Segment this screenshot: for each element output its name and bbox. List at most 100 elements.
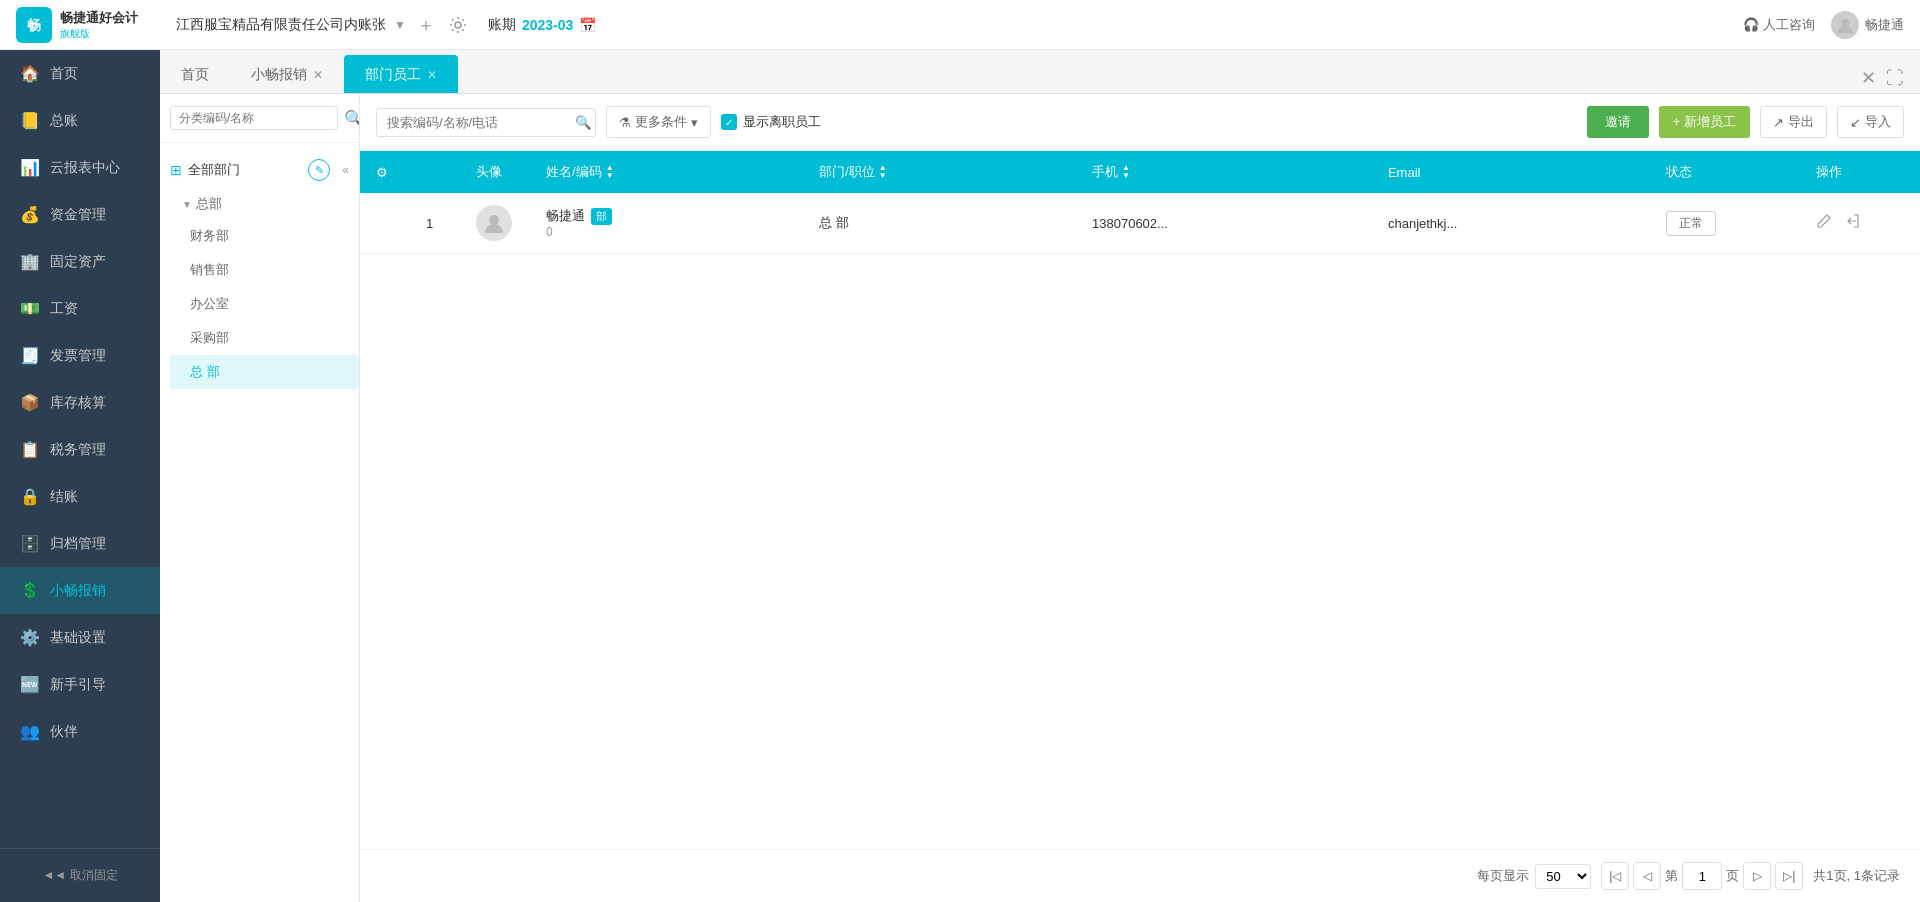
row-num-cell: 1 — [410, 193, 460, 254]
export-button[interactable]: ↗ 导出 — [1760, 106, 1827, 138]
tab-dept-emp[interactable]: 部门员工 ✕ — [344, 55, 458, 93]
page-suffix: 页 — [1726, 867, 1739, 885]
xiaochang-icon: 💲 — [20, 581, 40, 600]
logout-employee-button[interactable] — [1844, 213, 1860, 233]
th-status: 状态 — [1650, 151, 1800, 193]
top-right: 🎧 人工咨询 畅捷通 — [1743, 11, 1904, 39]
dept-collapse-button[interactable]: « — [342, 163, 349, 177]
dept-search-icon[interactable]: 🔍 — [344, 109, 360, 128]
tab-bar: 首页 小畅报销 ✕ 部门员工 ✕ ✕ ⛶ — [160, 50, 1920, 94]
sidebar-item-partner[interactable]: 👥 伙伴 — [0, 708, 160, 755]
dept-group: ▼ 总部 财务部 销售部 办公室 采购部 总 部 — [160, 189, 359, 389]
company-name: 江西服宝精品有限责任公司内账张 — [176, 16, 386, 34]
page-number-input[interactable] — [1682, 862, 1722, 890]
sidebar-item-inventory[interactable]: 📦 库存核算 — [0, 379, 160, 426]
sidebar-item-label: 库存核算 — [50, 394, 106, 412]
th-name[interactable]: 姓名/编码 ▲▼ — [530, 151, 803, 193]
page-label: 第 — [1665, 867, 1678, 885]
add-company-button[interactable]: ＋ — [414, 13, 438, 37]
tab-home-label: 首页 — [181, 66, 209, 84]
sidebar-item-home[interactable]: 🏠 首页 — [0, 50, 160, 97]
sidebar-item-reports[interactable]: 📊 云报表中心 — [0, 144, 160, 191]
row-email-cell: chanjethkj... — [1372, 193, 1650, 254]
logo-area: 畅 畅捷通好会计 旗舰版 — [16, 7, 176, 43]
page-content: 🔍 ⊞ 全部部门 ✎ « ▼ 总部 — [160, 94, 1920, 902]
tax-icon: 📋 — [20, 440, 40, 459]
show-resigned-toggle[interactable]: ✓ 显示离职员工 — [721, 113, 821, 131]
sidebar-item-assets[interactable]: 🏢 固定资产 — [0, 238, 160, 285]
sidebar-item-invoice[interactable]: 🧾 发票管理 — [0, 332, 160, 379]
company-dropdown-icon[interactable]: ▼ — [394, 18, 406, 32]
dept-node-sales[interactable]: 销售部 — [170, 253, 359, 287]
sidebar-item-label: 资金管理 — [50, 206, 106, 224]
sidebar-item-label: 归档管理 — [50, 535, 106, 553]
sidebar-bottom: ◄◄ 取消固定 — [0, 848, 160, 902]
export-icon: ↗ — [1773, 115, 1784, 130]
th-settings[interactable]: ⚙ — [360, 151, 410, 193]
close-tab-button[interactable]: ✕ — [1861, 67, 1876, 89]
settings-icon[interactable] — [446, 13, 470, 37]
prev-page-button[interactable]: ◁ — [1633, 862, 1661, 890]
sidebar-item-xiaochang[interactable]: 💲 小畅报销 — [0, 567, 160, 614]
sidebar-item-close[interactable]: 🔒 结账 — [0, 473, 160, 520]
svg-point-3 — [1841, 19, 1849, 27]
more-filter-button[interactable]: ⚗ 更多条件 ▾ — [606, 106, 711, 138]
sidebar-item-guide[interactable]: 🆕 新手引导 — [0, 661, 160, 708]
dept-node-office[interactable]: 办公室 — [170, 287, 359, 321]
th-mobile[interactable]: 手机 ▲▼ — [1076, 151, 1372, 193]
all-dept-label: 全部部门 — [188, 161, 240, 179]
dept-parent-node[interactable]: ▼ 总部 — [170, 189, 359, 219]
sidebar-item-archive[interactable]: 🗄️ 归档管理 — [0, 520, 160, 567]
invite-button[interactable]: 邀请 — [1587, 106, 1649, 138]
unpin-button[interactable]: ◄◄ 取消固定 — [0, 859, 160, 892]
filter-icon: ⚗ — [619, 115, 631, 130]
dept-panel: 🔍 ⊞ 全部部门 ✎ « ▼ 总部 — [160, 94, 360, 902]
per-page-select[interactable]: 50 100 200 — [1535, 864, 1591, 889]
add-employee-button[interactable]: + 新增员工 — [1659, 106, 1750, 138]
th-num — [410, 151, 460, 193]
tab-home[interactable]: 首页 — [160, 55, 230, 93]
tab-dept-emp-close[interactable]: ✕ — [427, 68, 437, 82]
import-button[interactable]: ↙ 导入 — [1837, 106, 1904, 138]
content-area: 首页 小畅报销 ✕ 部门员工 ✕ ✕ ⛶ 🔍 — [160, 50, 1920, 902]
sidebar-item-label: 结账 — [50, 488, 78, 506]
dept-tree: ⊞ 全部部门 ✎ « ▼ 总部 财务部 销售部 办公室 — [160, 143, 359, 902]
consult-button[interactable]: 🎧 人工咨询 — [1743, 16, 1815, 34]
th-avatar: 头像 — [460, 151, 530, 193]
dept-node-purchase[interactable]: 采购部 — [170, 321, 359, 355]
dept-edit-button[interactable]: ✎ — [308, 159, 330, 181]
last-page-button[interactable]: ▷| — [1775, 862, 1803, 890]
edit-employee-button[interactable] — [1816, 213, 1832, 233]
user-area[interactable]: 畅捷通 — [1831, 11, 1904, 39]
basic-settings-icon: ⚙️ — [20, 628, 40, 647]
emp-layout: 🔍 ⊞ 全部部门 ✎ « ▼ 总部 — [160, 94, 1920, 902]
dept-search-input[interactable] — [170, 106, 338, 130]
next-page-button[interactable]: ▷ — [1743, 862, 1771, 890]
sidebar-item-ledger[interactable]: 📒 总账 — [0, 97, 160, 144]
page-nav: |◁ ◁ 第 页 ▷ ▷| — [1601, 862, 1803, 890]
sort-arrows-mobile: ▲▼ — [1122, 164, 1130, 180]
emp-search-button[interactable]: 🔍 — [565, 109, 596, 136]
tab-xiaochang[interactable]: 小畅报销 ✕ — [230, 55, 344, 93]
emp-name-wrap: 畅捷通 部 — [546, 207, 787, 225]
all-dept-header[interactable]: ⊞ 全部部门 ✎ « — [160, 151, 359, 189]
ledger-icon: 📒 — [20, 111, 40, 130]
dept-node-general[interactable]: 总 部 — [170, 355, 359, 389]
sidebar-item-tax[interactable]: 📋 税务管理 — [0, 426, 160, 473]
th-dept[interactable]: 部门/职位 ▲▼ — [803, 151, 1076, 193]
sidebar-item-salary[interactable]: 💵 工资 — [0, 285, 160, 332]
row-status-cell: 正常 — [1650, 193, 1800, 254]
dept-node-finance[interactable]: 财务部 — [170, 219, 359, 253]
expand-tab-button[interactable]: ⛶ — [1886, 68, 1904, 89]
emp-search-wrap: 🔍 — [376, 108, 596, 137]
guide-icon: 🆕 — [20, 675, 40, 694]
sidebar-item-label: 新手引导 — [50, 676, 106, 694]
calendar-icon[interactable]: 📅 — [579, 17, 596, 33]
emp-search-input[interactable] — [377, 109, 565, 136]
tab-xiaochang-close[interactable]: ✕ — [313, 68, 323, 82]
sidebar-item-settings[interactable]: ⚙️ 基础设置 — [0, 614, 160, 661]
first-page-button[interactable]: |◁ — [1601, 862, 1629, 890]
sidebar-item-funds[interactable]: 💰 资金管理 — [0, 191, 160, 238]
archive-icon: 🗄️ — [20, 534, 40, 553]
pagination-bar: 每页显示 50 100 200 |◁ ◁ 第 页 — [360, 849, 1920, 902]
